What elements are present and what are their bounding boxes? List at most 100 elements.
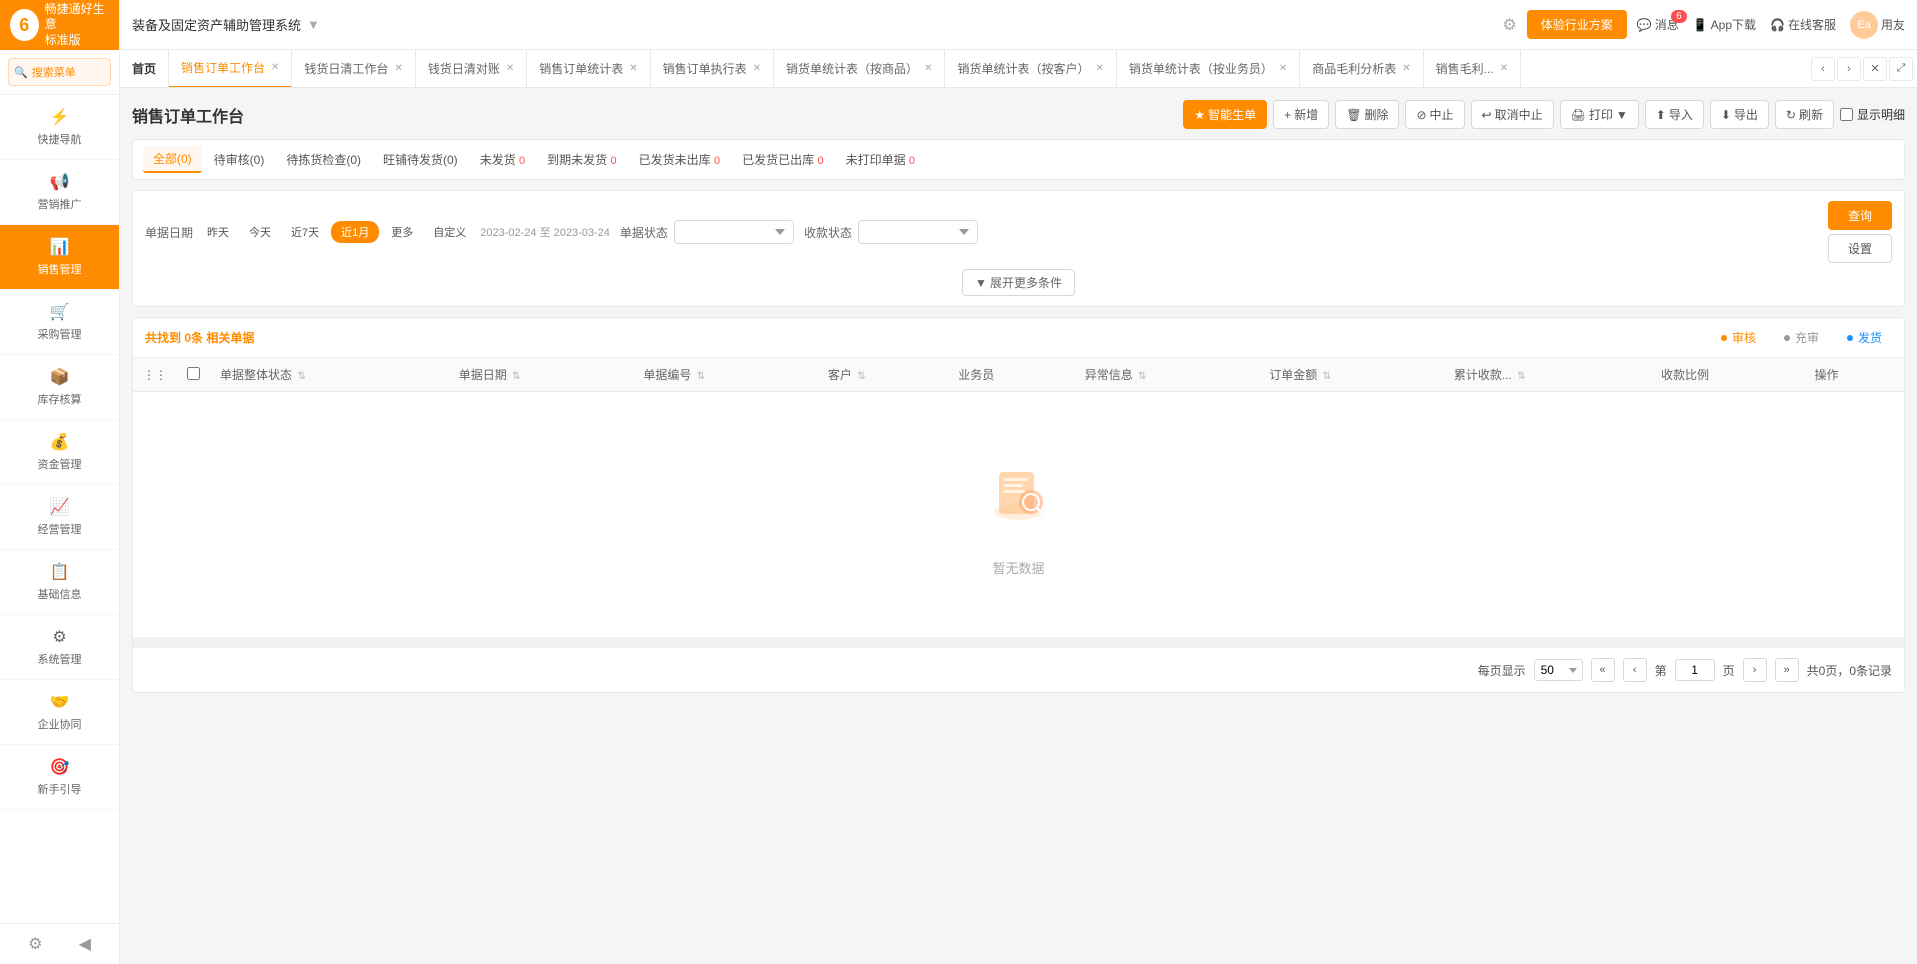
sidebar-item-quick-nav[interactable]: ⚡ 快捷导航: [0, 95, 119, 160]
filter-tab-overdue[interactable]: 到期未发货 0: [537, 147, 626, 172]
date-btn-more[interactable]: 更多: [383, 221, 421, 243]
tab-close-cash-daily[interactable]: ✕: [394, 63, 402, 74]
payment-select[interactable]: [858, 220, 978, 244]
page-prev-btn[interactable]: ‹: [1623, 658, 1647, 682]
th-amount: 订单金额 ⇅: [1259, 358, 1444, 392]
audit-btn[interactable]: 审核: [1711, 326, 1766, 349]
sidebar-item-purchase[interactable]: 🛒 采购管理: [0, 290, 119, 355]
tab-cash-daily[interactable]: 钱货日清工作台 ✕: [292, 50, 415, 88]
tab-bar: 首页 销售订单工作台 ✕ 钱货日清工作台 ✕ 钱货日清对账 ✕ 销售订单统计表 …: [120, 50, 1917, 88]
filter-tab-all[interactable]: 全部(0): [143, 146, 202, 173]
tab-home[interactable]: 首页: [120, 50, 169, 88]
date-display: 2023-02-24 至 2023-03-24: [480, 224, 610, 240]
query-btn[interactable]: 查询: [1828, 201, 1892, 230]
tab-maximize[interactable]: ⤢: [1889, 57, 1913, 81]
sort-abnormal-icon[interactable]: ⇅: [1138, 371, 1146, 382]
page-last-btn[interactable]: »: [1775, 658, 1799, 682]
sidebar-item-system[interactable]: ⚙ 系统管理: [0, 615, 119, 680]
settings-gear-icon[interactable]: ⚙: [1502, 15, 1516, 35]
tab-close-gross-profit[interactable]: ✕: [1402, 63, 1410, 74]
tab-sales-by-product[interactable]: 销货单统计表（按商品） ✕: [774, 50, 945, 88]
expand-filters-btn[interactable]: ▼ 展开更多条件: [962, 269, 1075, 296]
delete-btn[interactable]: 🗑 删除: [1335, 100, 1399, 129]
show-detail-checkbox-area[interactable]: 显示明细: [1840, 106, 1905, 123]
tab-close-sales-more[interactable]: ✕: [1500, 63, 1508, 74]
tab-close-sales-by-customer[interactable]: ✕: [1095, 63, 1103, 74]
search-menu-button[interactable]: 🔍 搜索菜单: [8, 58, 111, 86]
show-detail-checkbox[interactable]: [1840, 108, 1853, 121]
tab-sales-by-staff[interactable]: 销货单统计表（按业务员） ✕: [1117, 50, 1300, 88]
page-first-btn[interactable]: «: [1591, 658, 1615, 682]
tab-close-cash-reconcile[interactable]: ✕: [506, 63, 514, 74]
filter-tab-not-printed[interactable]: 未打印单据 0: [836, 147, 925, 172]
online-service-btn[interactable]: 🎧 在线客服: [1770, 16, 1836, 33]
tab-scroll-right[interactable]: ›: [1837, 57, 1861, 81]
sidebar-item-finance[interactable]: 💰 资金管理: [0, 420, 119, 485]
print-btn[interactable]: 🖨 打印 ▼: [1560, 100, 1639, 129]
settings-icon[interactable]: ⚙: [28, 934, 42, 954]
page-next-btn[interactable]: ›: [1743, 658, 1767, 682]
suspend-btn[interactable]: ⊘ 中止: [1405, 100, 1464, 129]
print-icon: 🖨: [1571, 108, 1586, 122]
filter-tab-wangpu[interactable]: 旺铺待发货(0): [373, 147, 468, 172]
tab-sales-workbench[interactable]: 销售订单工作台 ✕: [169, 50, 292, 88]
date-btn-1month[interactable]: 近1月: [331, 221, 379, 243]
tab-close-sales-exec[interactable]: ✕: [753, 63, 761, 74]
refresh-btn[interactable]: ↻ 刷新: [1775, 100, 1834, 129]
collapse-icon[interactable]: ◀: [79, 934, 91, 954]
app-download-btn[interactable]: 📱 App下载: [1693, 16, 1756, 33]
tab-gross-profit[interactable]: 商品毛利分析表 ✕: [1300, 50, 1423, 88]
sort-date-icon[interactable]: ⇅: [512, 371, 520, 382]
th-operation: 操作: [1805, 358, 1904, 392]
sidebar-item-cooperation[interactable]: 🤝 企业协同: [0, 680, 119, 745]
tab-cash-reconcile[interactable]: 钱货日清对账 ✕: [416, 50, 527, 88]
tab-close-all[interactable]: ✕: [1863, 57, 1887, 81]
date-btn-yesterday[interactable]: 昨天: [199, 221, 237, 243]
sort-number-icon[interactable]: ⇅: [697, 371, 705, 382]
tab-sales-more[interactable]: 销售毛利... ✕: [1424, 50, 1521, 88]
sidebar-item-basic-info[interactable]: 📋 基础信息: [0, 550, 119, 615]
cancel-suspend-btn[interactable]: ↩ 取消中止: [1471, 100, 1554, 129]
filter-tab-not-shipped[interactable]: 未发货 0: [470, 147, 535, 172]
select-all-checkbox[interactable]: [187, 367, 200, 380]
smart-create-btn[interactable]: ★ 智能生单: [1183, 100, 1267, 129]
user-menu[interactable]: Ea 用友: [1850, 11, 1905, 39]
sort-customer-icon[interactable]: ⇅: [857, 371, 865, 382]
setting-btn[interactable]: 设置: [1828, 234, 1892, 263]
tab-close-sales-by-staff[interactable]: ✕: [1279, 63, 1287, 74]
filter-tab-pending-review[interactable]: 待审核(0): [204, 147, 275, 172]
export-btn[interactable]: ⬇ 导出: [1710, 100, 1769, 129]
experience-btn[interactable]: 体验行业方案: [1527, 10, 1627, 39]
sidebar-item-inventory[interactable]: 📦 库存核算: [0, 355, 119, 420]
page-input[interactable]: [1675, 659, 1715, 681]
tab-close-sales-by-product[interactable]: ✕: [924, 63, 932, 74]
header-actions: 💬 消息 6 📱 App下载 🎧 在线客服 Ea 用友: [1637, 11, 1905, 39]
sort-status-icon[interactable]: ⇅: [297, 371, 305, 382]
cancel-audit-btn[interactable]: 充审: [1774, 326, 1829, 349]
message-btn[interactable]: 💬 消息 6: [1637, 16, 1679, 33]
sidebar-item-guide[interactable]: 🎯 新手引导: [0, 745, 119, 810]
filter-tab-shipped-out[interactable]: 已发货已出库 0: [732, 147, 833, 172]
date-btn-custom[interactable]: 自定义: [425, 221, 474, 243]
sort-amount-icon[interactable]: ⇅: [1323, 371, 1331, 382]
sidebar-item-marketing[interactable]: 📢 营销推广: [0, 160, 119, 225]
horizontal-scrollbar[interactable]: [133, 637, 1904, 647]
tab-sales-stats[interactable]: 销售订单统计表 ✕: [527, 50, 650, 88]
filter-tab-shipped-not-out[interactable]: 已发货未出库 0: [629, 147, 730, 172]
page-size-select[interactable]: 50 10 20 100: [1534, 659, 1583, 681]
tab-close-sales-workbench[interactable]: ✕: [271, 62, 279, 73]
date-btn-today[interactable]: 今天: [241, 221, 279, 243]
sidebar-item-sales[interactable]: 📊 销售管理: [0, 225, 119, 290]
date-btn-7days[interactable]: 近7天: [283, 221, 327, 243]
tab-sales-by-customer[interactable]: 销货单统计表（按客户） ✕: [945, 50, 1116, 88]
new-btn[interactable]: + 新增: [1273, 100, 1329, 129]
tab-sales-exec[interactable]: 销售订单执行表 ✕: [651, 50, 774, 88]
sidebar-item-operations[interactable]: 📈 经营管理: [0, 485, 119, 550]
import-btn[interactable]: ⬆ 导入: [1645, 100, 1704, 129]
tab-scroll-left[interactable]: ‹: [1811, 57, 1835, 81]
sort-received-icon[interactable]: ⇅: [1517, 371, 1525, 382]
ship-btn[interactable]: 发货: [1837, 326, 1892, 349]
filter-tab-pending-inspect[interactable]: 待拣货检查(0): [276, 147, 371, 172]
status-select[interactable]: [674, 220, 794, 244]
tab-close-sales-stats[interactable]: ✕: [629, 63, 637, 74]
